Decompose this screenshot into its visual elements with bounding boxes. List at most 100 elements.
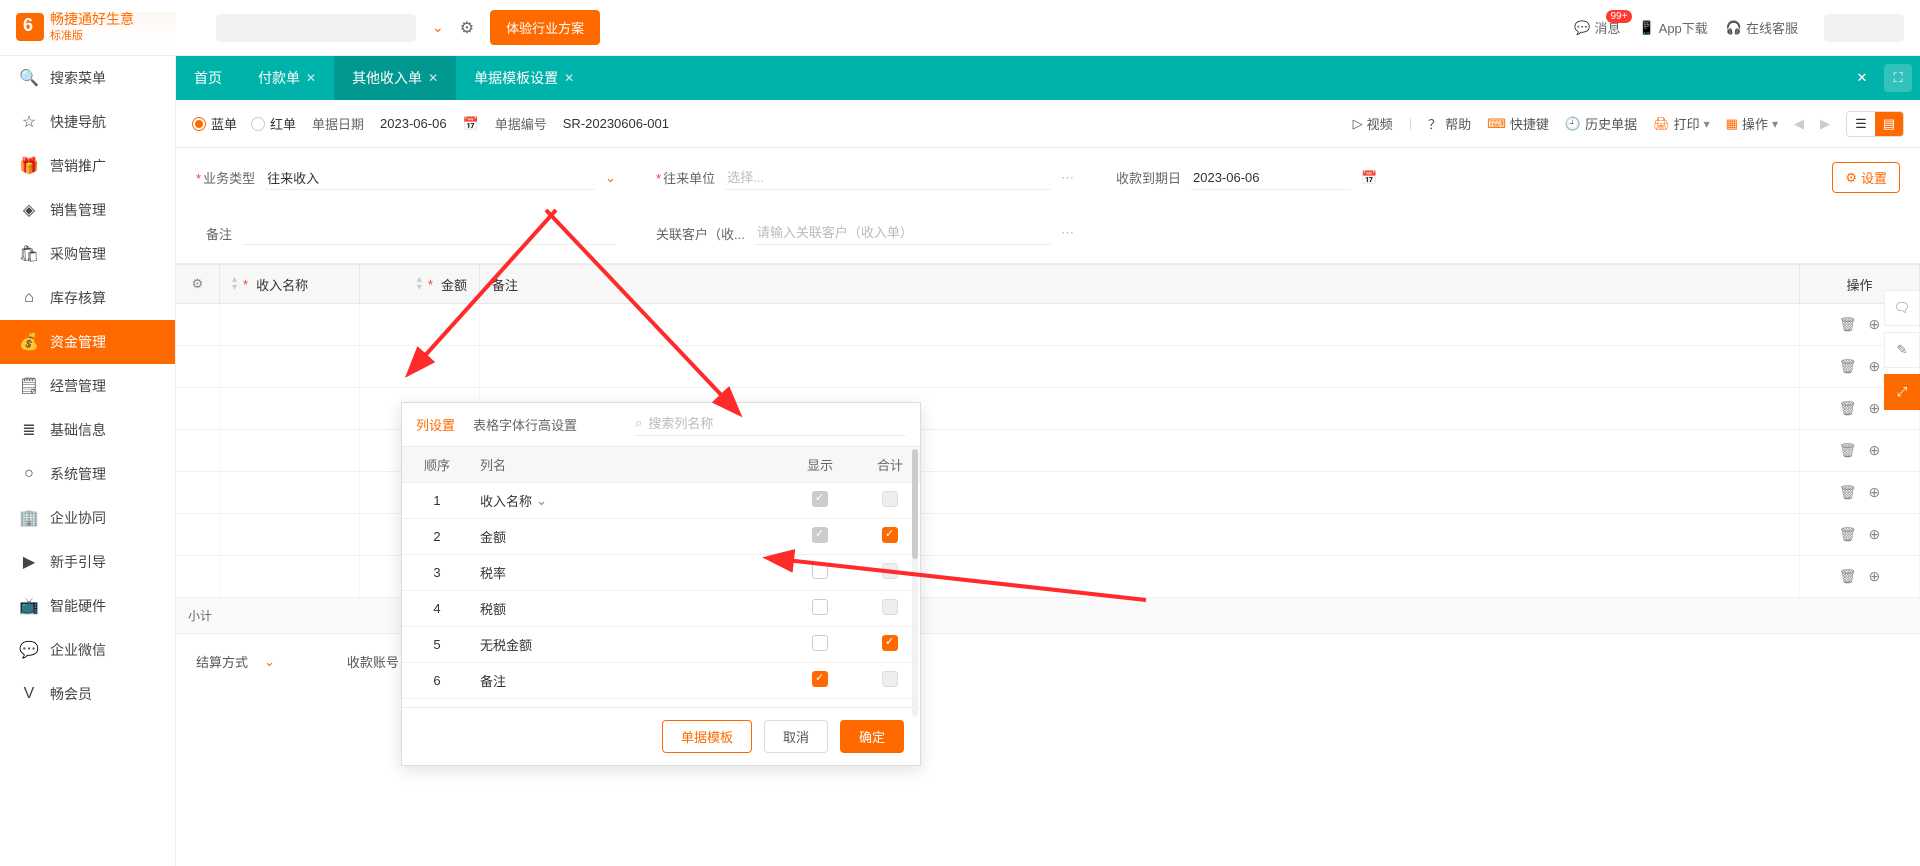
bill-date-value[interactable]: 2023-06-06: [380, 116, 447, 131]
row-copy-icon[interactable]: ⊕: [1869, 568, 1881, 585]
col-amount[interactable]: ▴▾ *金额: [360, 265, 480, 303]
sidebar-item-8[interactable]: ≣基础信息: [0, 408, 175, 452]
row-copy-icon[interactable]: ⊕: [1869, 442, 1881, 459]
row-delete-icon[interactable]: 🗑: [1839, 358, 1857, 375]
tab-0[interactable]: 首页: [176, 56, 240, 100]
chevron-down-icon[interactable]: ⌄: [536, 493, 547, 509]
user-avatar-blurred[interactable]: [1824, 14, 1904, 42]
tab-1[interactable]: 付款单✕: [240, 56, 334, 100]
bill-type-blue-radio[interactable]: 蓝单: [192, 114, 237, 133]
popup-template-button[interactable]: 单据模板: [662, 720, 752, 753]
app-download-link[interactable]: 📱 App下载: [1638, 18, 1707, 37]
float-edit-icon[interactable]: ✎: [1884, 332, 1920, 368]
unit-select[interactable]: [725, 166, 1051, 190]
row-delete-icon[interactable]: 🗑: [1839, 442, 1857, 459]
related-customer-input[interactable]: [755, 221, 1051, 245]
row-copy-icon[interactable]: ⊕: [1869, 484, 1881, 501]
trial-industry-button[interactable]: 体验行业方案: [490, 10, 600, 45]
video-link[interactable]: ▷视频: [1353, 114, 1393, 133]
col-note[interactable]: 备注: [480, 265, 1800, 303]
tab-close-icon[interactable]: ✕: [564, 71, 574, 85]
float-note-icon[interactable]: 🗨: [1884, 290, 1920, 326]
show-checkbox[interactable]: [812, 635, 828, 651]
tab-3[interactable]: 单据模板设置✕: [456, 56, 592, 100]
history-icon: 🕘: [1565, 116, 1581, 132]
row-copy-icon[interactable]: ⊕: [1869, 316, 1881, 333]
row-delete-icon[interactable]: 🗑: [1839, 484, 1857, 501]
sidebar-item-4[interactable]: 🛍采购管理: [0, 232, 175, 276]
sidebar-item-1[interactable]: ☆快捷导航: [0, 100, 175, 144]
popup-tab-columns[interactable]: 列设置: [416, 415, 455, 434]
sum-checkbox[interactable]: [882, 527, 898, 543]
chevron-down-icon[interactable]: ⌄: [605, 170, 616, 186]
row-delete-icon[interactable]: 🗑: [1839, 526, 1857, 543]
sidebar-item-3[interactable]: ◈销售管理: [0, 188, 175, 232]
help-link[interactable]: ？帮助: [1428, 114, 1471, 133]
row-delete-icon[interactable]: 🗑: [1839, 316, 1857, 333]
popup-search-input[interactable]: [648, 416, 906, 431]
sidebar-item-14[interactable]: V畅会员: [0, 672, 175, 716]
show-checkbox[interactable]: [812, 671, 828, 687]
row-copy-icon[interactable]: ⊕: [1869, 400, 1881, 417]
sidebar-item-9[interactable]: ○系统管理: [0, 452, 175, 496]
sidebar-item-11[interactable]: ▶新手引导: [0, 540, 175, 584]
view-list-icon[interactable]: ☰: [1847, 112, 1875, 136]
popup-scrollbar[interactable]: [912, 449, 918, 717]
calendar-icon[interactable]: 📅: [1361, 170, 1377, 186]
show-checkbox[interactable]: [812, 563, 828, 579]
sidebar-item-12[interactable]: 📺智能硬件: [0, 584, 175, 628]
prev-doc-icon[interactable]: ◀: [1794, 116, 1804, 132]
sidebar-item-2[interactable]: 🎁营销推广: [0, 144, 175, 188]
column-settings-gear-icon[interactable]: ⚙: [176, 265, 220, 303]
shortcut-link[interactable]: ⌨快捷键: [1487, 114, 1549, 133]
float-expand-icon[interactable]: ⤢: [1884, 374, 1920, 410]
due-date-input[interactable]: [1191, 166, 1351, 190]
form-settings-button[interactable]: ⚙设置: [1832, 162, 1900, 193]
sum-checkbox[interactable]: [882, 635, 898, 651]
popup-ok-button[interactable]: 确定: [840, 720, 904, 753]
org-caret-icon[interactable]: ⌄: [432, 19, 444, 36]
next-doc-icon[interactable]: ▶: [1820, 116, 1830, 132]
tab-close-icon[interactable]: ✕: [428, 71, 438, 85]
row-delete-icon[interactable]: 🗑: [1839, 568, 1857, 585]
table-row[interactable]: 🗑⊕: [176, 346, 1920, 388]
history-link[interactable]: 🕘历史单据: [1565, 114, 1637, 133]
popup-tab-font[interactable]: 表格字体行高设置: [473, 415, 577, 434]
sidebar-item-13[interactable]: 💬企业微信: [0, 628, 175, 672]
popup-cancel-button[interactable]: 取消: [764, 720, 828, 753]
col-income-name[interactable]: ▴▾ *收入名称: [220, 265, 360, 303]
org-selector-blurred[interactable]: [216, 14, 416, 42]
mobile-icon: 📱: [1638, 20, 1654, 36]
messages-link[interactable]: 💬 消息 99+: [1574, 18, 1620, 37]
sidebar-item-6[interactable]: 💰资金管理: [0, 320, 175, 364]
bill-type-red-radio[interactable]: 红单: [251, 114, 296, 133]
view-detail-icon[interactable]: ▤: [1875, 112, 1903, 136]
logo-title: 畅捷通好生意: [50, 12, 134, 27]
row-copy-icon[interactable]: ⊕: [1869, 526, 1881, 543]
unit-more-icon[interactable]: ⋯: [1061, 170, 1076, 186]
chevron-down-icon[interactable]: ⌄: [264, 654, 275, 670]
row-copy-icon[interactable]: ⊕: [1869, 358, 1881, 375]
show-checkbox[interactable]: [812, 599, 828, 615]
sidebar-icon: ☆: [20, 113, 38, 131]
sidebar-item-7[interactable]: 🗒经营管理: [0, 364, 175, 408]
remark-input[interactable]: [242, 221, 616, 245]
tab-2[interactable]: 其他收入单✕: [334, 56, 456, 100]
biz-type-select[interactable]: [265, 166, 595, 190]
popup-col-sum: 合计: [860, 455, 920, 474]
print-link[interactable]: 🖨打印▾: [1653, 114, 1710, 133]
online-service-link[interactable]: 🎧 在线客服: [1726, 18, 1798, 37]
related-more-icon[interactable]: ⋯: [1061, 225, 1076, 241]
header-gear-icon[interactable]: ⚙: [460, 18, 474, 38]
ops-link[interactable]: ▦操作▾: [1726, 114, 1778, 133]
calendar-icon[interactable]: 📅: [463, 116, 479, 132]
sidebar-icon: ⌂: [20, 289, 38, 307]
table-row[interactable]: 🗑⊕: [176, 304, 1920, 346]
sidebar-item-0[interactable]: 🔍搜索菜单: [0, 56, 175, 100]
tabs-close-all-icon[interactable]: ✕: [1848, 64, 1876, 92]
sidebar-item-5[interactable]: ⌂库存核算: [0, 276, 175, 320]
row-delete-icon[interactable]: 🗑: [1839, 400, 1857, 417]
sidebar-item-10[interactable]: 🏢企业协同: [0, 496, 175, 540]
tabs-fullscreen-icon[interactable]: ⛶: [1884, 64, 1912, 92]
tab-close-icon[interactable]: ✕: [306, 71, 316, 85]
